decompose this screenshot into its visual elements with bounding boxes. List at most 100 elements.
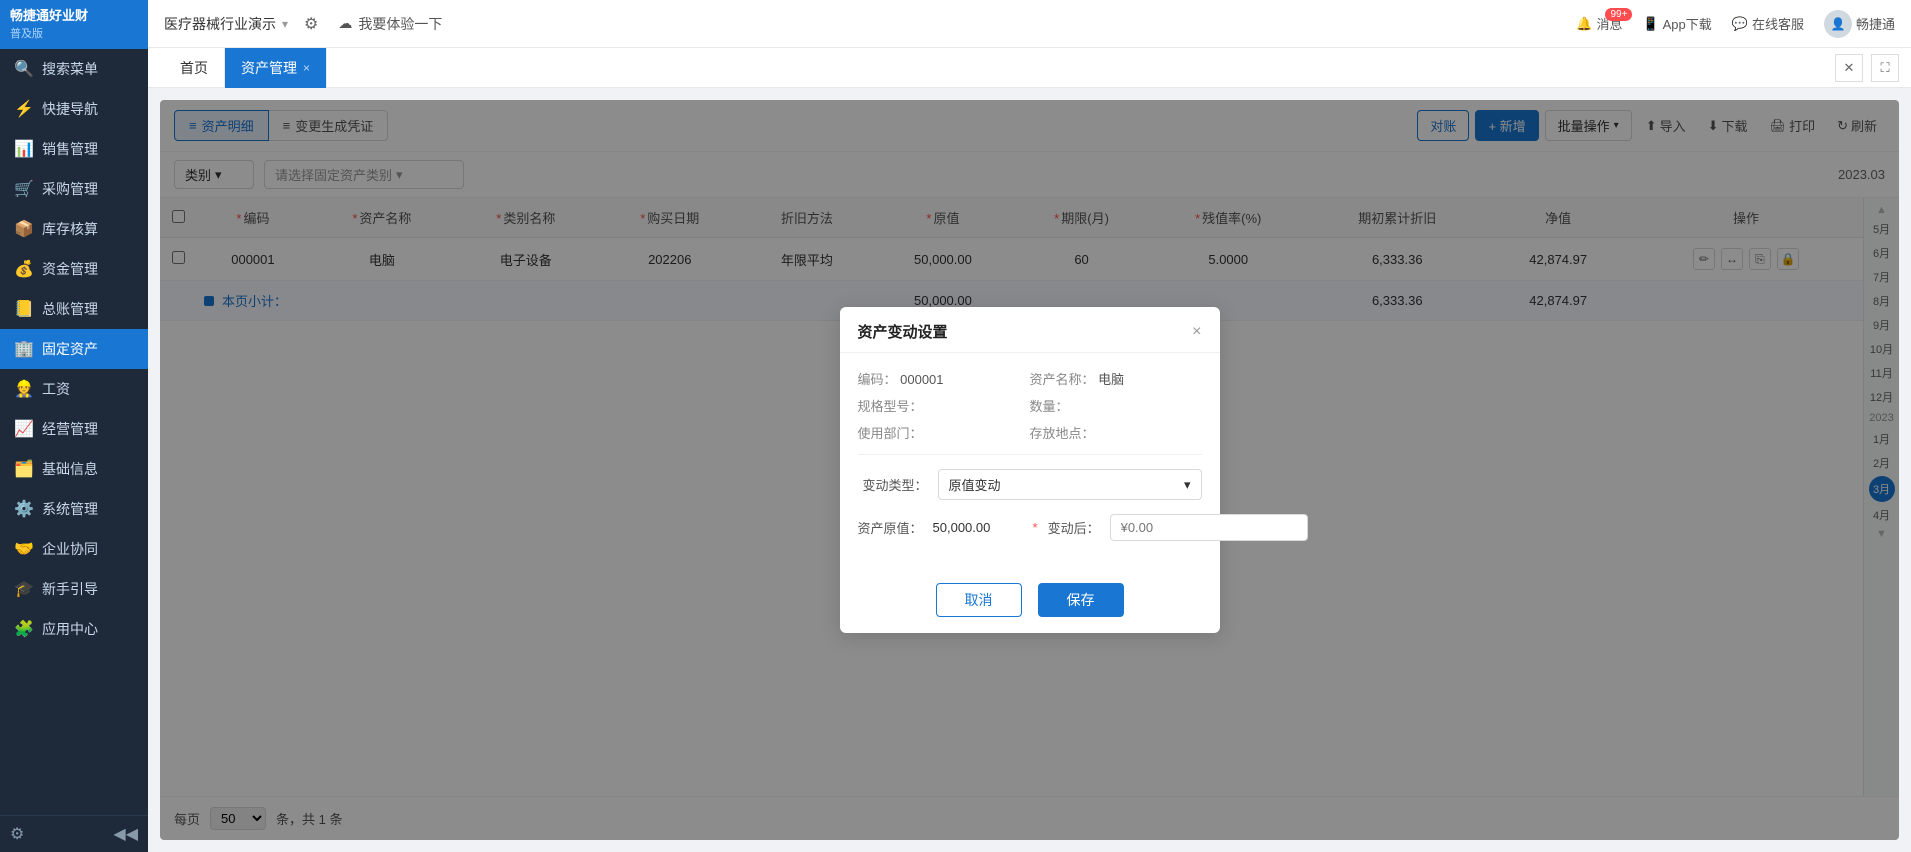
sidebar-item-label: 工资 bbox=[42, 379, 70, 399]
app-edition: 普及版 bbox=[10, 25, 88, 41]
sidebar-item-fixed-assets[interactable]: 🏢 固定资产 bbox=[0, 329, 148, 369]
sidebar-item-ledger[interactable]: 📒 总账管理 bbox=[0, 289, 148, 329]
notifications-button[interactable]: 🔔 消息 99+ bbox=[1576, 14, 1622, 33]
sidebar-item-operations[interactable]: 📈 经营管理 bbox=[0, 409, 148, 449]
sidebar-item-search[interactable]: 🔍 搜索菜单 bbox=[0, 49, 148, 89]
original-value-display: 50,000.00 bbox=[933, 520, 1023, 535]
sidebar-header: 畅捷通好业财 普及版 bbox=[0, 0, 148, 49]
required-marker: * bbox=[1033, 520, 1038, 535]
sidebar-item-label: 企业协同 bbox=[42, 539, 98, 559]
modal-original-value-row: 资产原值： 50,000.00 * 变动后： bbox=[858, 514, 1202, 541]
tab-asset-management[interactable]: 资产管理 × bbox=[225, 48, 327, 88]
guide-icon: 🎓 bbox=[14, 579, 34, 599]
fixed-assets-icon: 🏢 bbox=[14, 339, 34, 359]
modal-overlay: 资产变动设置 × 编码： 000001 资产名称： 电脑 bbox=[160, 100, 1899, 840]
modal-department: 使用部门： bbox=[858, 423, 1030, 442]
operations-icon: 📈 bbox=[14, 419, 34, 439]
tab-close-icon[interactable]: × bbox=[303, 61, 310, 75]
inventory-icon: 📦 bbox=[14, 219, 34, 239]
sidebar-item-finance[interactable]: 💰 资金管理 bbox=[0, 249, 148, 289]
original-value-label: 资产原值： bbox=[858, 518, 923, 537]
sidebar-footer: ⚙ ◀◀ bbox=[0, 815, 148, 852]
cancel-button[interactable]: 取消 bbox=[936, 583, 1022, 617]
sidebar-item-label: 基础信息 bbox=[42, 459, 98, 479]
online-service-button[interactable]: 💬 在线客服 bbox=[1732, 14, 1804, 33]
modal-close-button[interactable]: × bbox=[1192, 323, 1201, 341]
settings-icon[interactable]: ⚙ bbox=[304, 14, 318, 34]
after-change-label: 变动后： bbox=[1048, 518, 1100, 537]
sidebar-item-label: 资金管理 bbox=[42, 259, 98, 279]
collapse-icon[interactable]: ◀◀ bbox=[113, 824, 138, 844]
sidebar-item-payroll[interactable]: 👷 工资 bbox=[0, 369, 148, 409]
search-icon: 🔍 bbox=[14, 59, 34, 79]
select-arrow-icon: ▾ bbox=[1184, 477, 1191, 493]
settings-footer-icon[interactable]: ⚙ bbox=[10, 824, 24, 844]
modal-info-grid: 编码： 000001 资产名称： 电脑 规格型号： bbox=[858, 369, 1202, 455]
sidebar-item-sales[interactable]: 📊 销售管理 bbox=[0, 129, 148, 169]
ledger-icon: 📒 bbox=[14, 299, 34, 319]
asset-change-modal: 资产变动设置 × 编码： 000001 资产名称： 电脑 bbox=[840, 307, 1220, 633]
purchase-icon: 🛒 bbox=[14, 179, 34, 199]
cooperation-icon: 🤝 bbox=[14, 539, 34, 559]
tab-home[interactable]: 首页 bbox=[164, 48, 225, 88]
experience-button[interactable]: ☁ 我要体验一下 bbox=[338, 14, 442, 34]
tab-maximize-button[interactable]: ⛶ bbox=[1871, 54, 1899, 82]
modal-quantity: 数量： bbox=[1030, 396, 1202, 415]
company-dropdown-arrow: ▾ bbox=[282, 17, 288, 31]
sidebar-item-guide[interactable]: 🎓 新手引导 bbox=[0, 569, 148, 609]
sidebar-item-label: 总账管理 bbox=[42, 299, 98, 319]
tab-close-button[interactable]: ✕ bbox=[1835, 54, 1863, 82]
user-avatar: 👤 bbox=[1824, 10, 1852, 38]
company-selector[interactable]: 医疗器械行业演示 ▾ bbox=[164, 14, 288, 34]
page-content: ≡ 资产明细 ≡ 变更生成凭证 对账 + 新增 bbox=[160, 100, 1899, 840]
notifications-badge: 99+ bbox=[1605, 8, 1632, 21]
modal-location: 存放地点： bbox=[1030, 423, 1202, 442]
sidebar-item-label: 系统管理 bbox=[42, 499, 98, 519]
company-name: 医疗器械行业演示 bbox=[164, 14, 276, 34]
sidebar-nav: 🔍 搜索菜单 ⚡ 快捷导航 📊 销售管理 🛒 采购管理 📦 库存核算 💰 资金管… bbox=[0, 49, 148, 815]
service-icon: 💬 bbox=[1732, 16, 1748, 32]
sidebar-item-label: 销售管理 bbox=[42, 139, 98, 159]
sidebar-item-app-center[interactable]: 🧩 应用中心 bbox=[0, 609, 148, 649]
header-right: 🔔 消息 99+ 📱 App下载 💬 在线客服 👤 畅捷通 bbox=[1576, 10, 1895, 38]
sidebar-item-label: 搜索菜单 bbox=[42, 59, 98, 79]
modal-footer: 取消 保存 bbox=[840, 571, 1220, 633]
app-download-button[interactable]: 📱 App下载 bbox=[1642, 14, 1711, 33]
main-area: 医疗器械行业演示 ▾ ⚙ ☁ 我要体验一下 🔔 消息 99+ 📱 App下载 💬… bbox=[148, 0, 1911, 852]
sidebar: 畅捷通好业财 普及版 🔍 搜索菜单 ⚡ 快捷导航 📊 销售管理 🛒 采购管理 📦… bbox=[0, 0, 148, 852]
app-center-icon: 🧩 bbox=[14, 619, 34, 639]
user-profile[interactable]: 👤 畅捷通 bbox=[1824, 10, 1895, 38]
tabs-right-controls: ✕ ⛶ bbox=[1835, 54, 1911, 82]
modal-header: 资产变动设置 × bbox=[840, 307, 1220, 353]
content-area: ≡ 资产明细 ≡ 变更生成凭证 对账 + 新增 bbox=[148, 88, 1911, 852]
sidebar-item-system[interactable]: ⚙️ 系统管理 bbox=[0, 489, 148, 529]
sidebar-item-basic-info[interactable]: 🗂️ 基础信息 bbox=[0, 449, 148, 489]
sidebar-item-label: 新手引导 bbox=[42, 579, 98, 599]
app-logo: 畅捷通好业财 bbox=[10, 8, 88, 25]
finance-icon: 💰 bbox=[14, 259, 34, 279]
basic-info-icon: 🗂️ bbox=[14, 459, 34, 479]
sales-icon: 📊 bbox=[14, 139, 34, 159]
modal-spec: 规格型号： bbox=[858, 396, 1030, 415]
cloud-icon: ☁ bbox=[338, 15, 352, 32]
sidebar-item-label: 经营管理 bbox=[42, 419, 98, 439]
download-icon: 📱 bbox=[1642, 16, 1658, 32]
sidebar-item-purchase[interactable]: 🛒 采购管理 bbox=[0, 169, 148, 209]
modal-code: 编码： 000001 bbox=[858, 369, 1030, 388]
top-header: 医疗器械行业演示 ▾ ⚙ ☁ 我要体验一下 🔔 消息 99+ 📱 App下载 💬… bbox=[148, 0, 1911, 48]
sidebar-item-label: 固定资产 bbox=[42, 339, 98, 359]
change-type-select[interactable]: 原值变动 ▾ bbox=[938, 469, 1202, 500]
sidebar-item-inventory[interactable]: 📦 库存核算 bbox=[0, 209, 148, 249]
modal-change-type-row: 变动类型： 原值变动 ▾ bbox=[858, 469, 1202, 500]
after-change-input[interactable] bbox=[1110, 514, 1308, 541]
tabs-bar: 首页 资产管理 × ✕ ⛶ bbox=[148, 48, 1911, 88]
sidebar-item-label: 库存核算 bbox=[42, 219, 98, 239]
payroll-icon: 👷 bbox=[14, 379, 34, 399]
sidebar-item-label: 快捷导航 bbox=[42, 99, 98, 119]
quick-nav-icon: ⚡ bbox=[14, 99, 34, 119]
sidebar-item-quick-nav[interactable]: ⚡ 快捷导航 bbox=[0, 89, 148, 129]
sidebar-item-label: 采购管理 bbox=[42, 179, 98, 199]
sidebar-item-cooperation[interactable]: 🤝 企业协同 bbox=[0, 529, 148, 569]
system-icon: ⚙️ bbox=[14, 499, 34, 519]
save-button[interactable]: 保存 bbox=[1038, 583, 1124, 617]
